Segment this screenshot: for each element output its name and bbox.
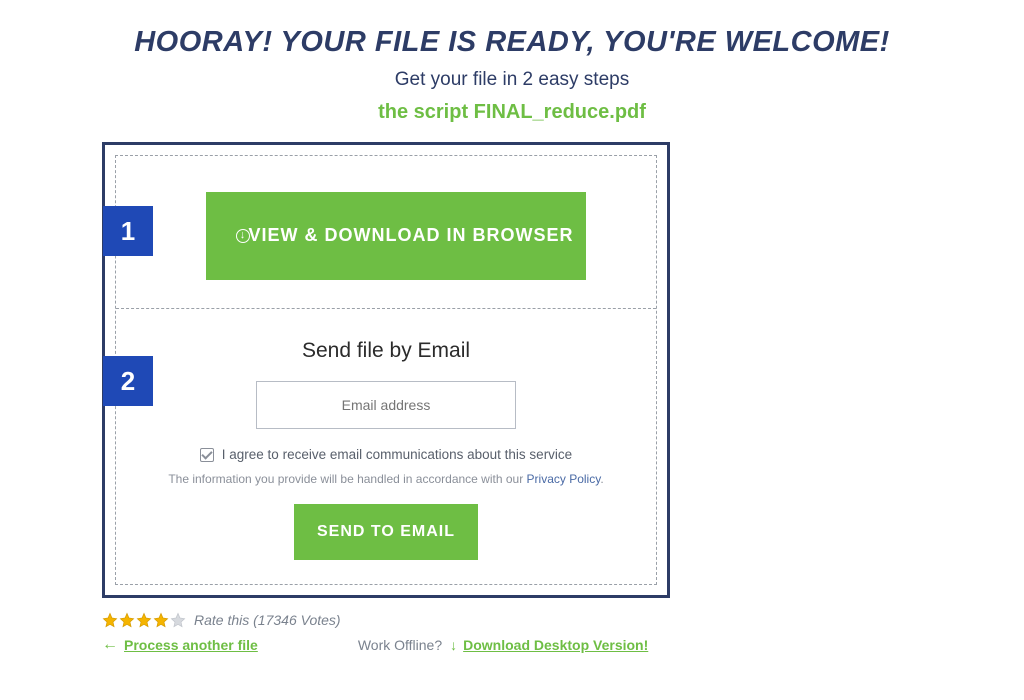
step-2: Send file by Email I agree to receive em… xyxy=(116,309,656,584)
send-title: Send file by Email xyxy=(146,339,626,363)
work-offline-label: Work Offline? xyxy=(358,637,442,653)
filename: the script FINAL_reduce.pdf xyxy=(0,101,1024,124)
policy-prefix: The information you provide will be hand… xyxy=(168,472,526,486)
download-desktop-link[interactable]: Download Desktop Version! xyxy=(463,637,648,653)
step-1: ↓ VIEW & DOWNLOAD IN BROWSER xyxy=(116,156,656,309)
consent-label: I agree to receive email communications … xyxy=(222,447,572,462)
consent-row: I agree to receive email communications … xyxy=(146,447,626,462)
privacy-policy-link[interactable]: Privacy Policy xyxy=(527,472,601,486)
send-email-button[interactable]: SEND TO EMAIL xyxy=(294,504,478,560)
step-badge-1: 1 xyxy=(103,206,153,256)
policy-suffix: . xyxy=(600,472,603,486)
rating-row: Rate this (17346 Votes) xyxy=(102,612,670,628)
process-another-link[interactable]: Process another file xyxy=(124,637,258,653)
footer: Rate this (17346 Votes) ← Process anothe… xyxy=(102,612,670,654)
download-label: VIEW & DOWNLOAD IN BROWSER xyxy=(249,223,574,248)
star-rating[interactable] xyxy=(102,612,186,628)
star-icon xyxy=(136,612,152,628)
arrow-down-icon: ↓ xyxy=(450,637,457,653)
star-icon xyxy=(153,612,169,628)
email-input[interactable] xyxy=(256,381,516,429)
download-icon: ↓ xyxy=(236,229,250,243)
view-download-button[interactable]: ↓ VIEW & DOWNLOAD IN BROWSER xyxy=(206,192,586,280)
subheadline: Get your file in 2 easy steps xyxy=(0,69,1024,91)
headline: HOORAY! YOUR FILE IS READY, YOU'RE WELCO… xyxy=(0,26,1024,59)
steps-card: 1 2 ↓ VIEW & DOWNLOAD IN BROWSER Send fi… xyxy=(102,142,670,598)
star-icon xyxy=(170,612,186,628)
rate-text: Rate this (17346 Votes) xyxy=(194,612,341,628)
consent-checkbox[interactable] xyxy=(200,448,214,462)
links-row: ← Process another file Work Offline? ↓ D… xyxy=(102,636,670,654)
step-badge-2: 2 xyxy=(103,356,153,406)
star-icon xyxy=(102,612,118,628)
arrow-left-icon: ← xyxy=(102,636,118,654)
dashed-container: 1 2 ↓ VIEW & DOWNLOAD IN BROWSER Send fi… xyxy=(115,155,657,585)
star-icon xyxy=(119,612,135,628)
policy-text: The information you provide will be hand… xyxy=(146,472,626,486)
